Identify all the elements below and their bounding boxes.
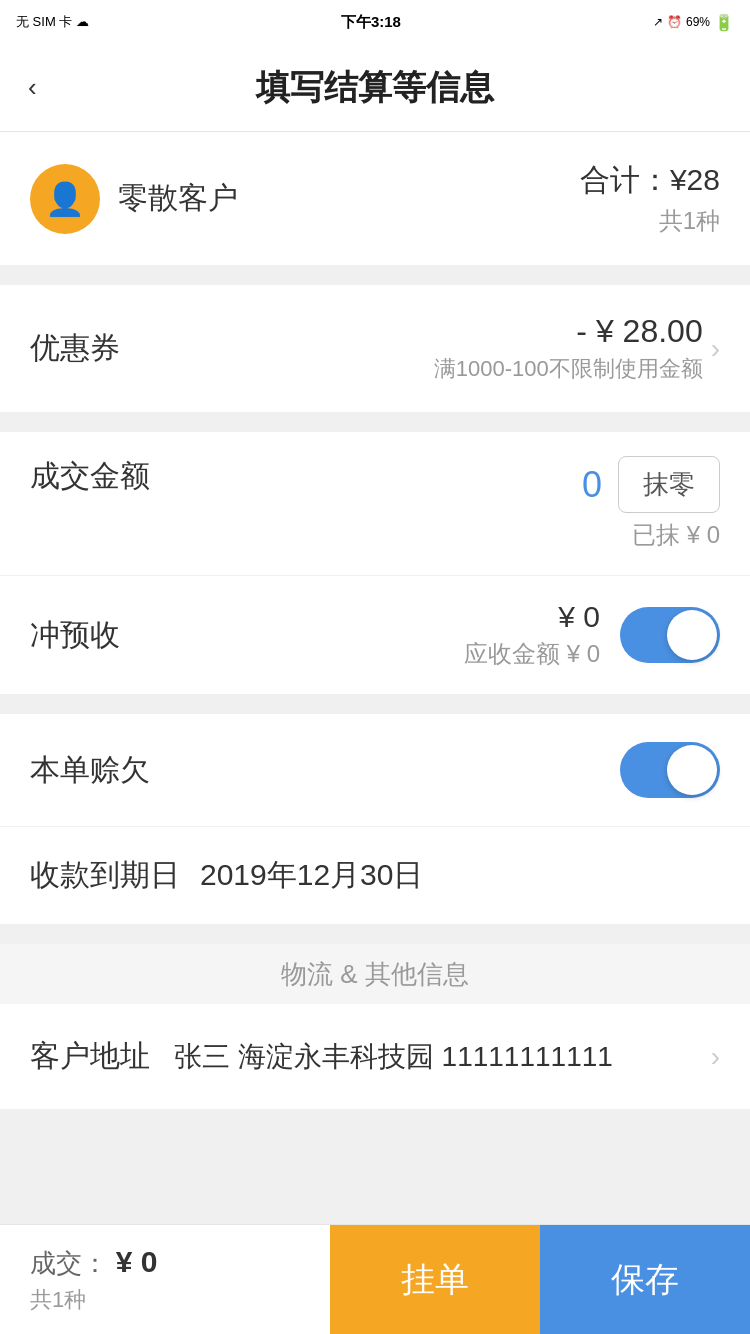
- address-value: 张三 海淀永丰科技园 11111111111: [174, 1038, 711, 1076]
- transaction-amount-input[interactable]: 0: [542, 464, 602, 506]
- address-label: 客户地址: [30, 1036, 150, 1077]
- address-section: 客户地址 张三 海淀永丰科技园 11111111111 ›: [0, 1004, 750, 1109]
- advance-amount: ¥ 0: [464, 600, 600, 634]
- transaction-value-right: 0 抹零: [542, 456, 720, 513]
- bottom-trade-amount: ¥ 0: [116, 1245, 158, 1278]
- coupon-right: - ¥ 28.00 满1000-100不限制使用金额: [434, 313, 703, 384]
- address-arrow-icon: ›: [711, 1041, 720, 1073]
- due-date-label: 收款到期日: [30, 855, 180, 896]
- bottom-bar: 成交： ¥ 0 共1种 挂单 保存: [0, 1224, 750, 1334]
- no-sim-label: 无 SIM 卡 ☁: [16, 13, 89, 31]
- coupon-row[interactable]: 优惠券 - ¥ 28.00 满1000-100不限制使用金额 ›: [0, 285, 750, 412]
- debt-toggle[interactable]: [620, 742, 720, 798]
- status-bar: 无 SIM 卡 ☁ 下午3:18 ↗ ⏰ 69% 🔋: [0, 0, 750, 44]
- debt-row: 本单赊欠: [0, 714, 750, 827]
- customer-left: 👤 零散客户: [30, 164, 238, 234]
- status-time: 下午3:18: [341, 13, 401, 32]
- customer-row: 👤 零散客户 合计：¥28 共1种: [0, 132, 750, 265]
- coupon-discount: - ¥ 28.00: [434, 313, 703, 350]
- status-left: 无 SIM 卡 ☁: [16, 13, 89, 31]
- advance-receivable: 应收金额 ¥ 0: [464, 638, 600, 670]
- toggle-knob: [667, 610, 717, 660]
- address-row[interactable]: 客户地址 张三 海淀永丰科技园 11111111111 ›: [0, 1004, 750, 1109]
- total-amount: 合计：¥28: [580, 160, 720, 201]
- nav-bar: ‹ 填写结算等信息: [0, 44, 750, 132]
- bottom-summary: 成交： ¥ 0 共1种: [0, 1245, 330, 1315]
- advance-right: ¥ 0 应收金额 ¥ 0: [464, 600, 600, 670]
- customer-avatar: 👤: [30, 164, 100, 234]
- debt-label: 本单赊欠: [30, 750, 150, 791]
- due-date-row[interactable]: 收款到期日 2019年12月30日: [0, 827, 750, 924]
- round-button[interactable]: 抹零: [618, 456, 720, 513]
- already-rounded-text: 已抹 ¥ 0: [632, 519, 720, 551]
- customer-name: 零散客户: [118, 178, 238, 219]
- bottom-count: 共1种: [30, 1285, 330, 1315]
- coupon-label: 优惠券: [30, 328, 120, 369]
- debt-section: 本单赊欠 收款到期日 2019年12月30日: [0, 714, 750, 924]
- coupon-arrow-icon: ›: [711, 333, 720, 365]
- advance-row: 冲预收 ¥ 0 应收金额 ¥ 0: [0, 576, 750, 694]
- hold-button[interactable]: 挂单: [330, 1225, 540, 1335]
- battery-label: 69%: [686, 15, 710, 29]
- alarm-icon: ⏰: [667, 15, 682, 29]
- back-button[interactable]: ‹: [28, 72, 37, 103]
- location-icon: ↗: [653, 15, 663, 29]
- avatar-icon: 👤: [45, 180, 85, 218]
- logistics-divider: 物流 & 其他信息: [0, 944, 750, 1004]
- debt-toggle-knob: [667, 745, 717, 795]
- advance-label: 冲预收: [30, 615, 120, 656]
- customer-right: 合计：¥28 共1种: [580, 160, 720, 237]
- status-right: ↗ ⏰ 69% 🔋: [653, 13, 734, 32]
- battery-icon: 🔋: [714, 13, 734, 32]
- divider-text: 物流 & 其他信息: [281, 957, 469, 992]
- bottom-trade-label: 成交：: [30, 1248, 108, 1278]
- transaction-section: 成交金额 0 抹零 已抹 ¥ 0 冲预收 ¥ 0 应收金额 ¥ 0: [0, 432, 750, 694]
- total-count: 共1种: [580, 205, 720, 237]
- coupon-section: 优惠券 - ¥ 28.00 满1000-100不限制使用金额 ›: [0, 285, 750, 412]
- page-title: 填写结算等信息: [256, 65, 494, 111]
- transaction-amount-row: 成交金额 0 抹零 已抹 ¥ 0: [0, 432, 750, 576]
- coupon-desc: 满1000-100不限制使用金额: [434, 354, 703, 384]
- bottom-trade-row: 成交： ¥ 0: [30, 1245, 330, 1281]
- save-button[interactable]: 保存: [540, 1225, 750, 1335]
- content-area: 👤 零散客户 合计：¥28 共1种 优惠券 - ¥ 28.00 满1000-10…: [0, 132, 750, 1249]
- transaction-label: 成交金额: [30, 456, 150, 497]
- due-date-value: 2019年12月30日: [200, 855, 423, 896]
- advance-toggle[interactable]: [620, 607, 720, 663]
